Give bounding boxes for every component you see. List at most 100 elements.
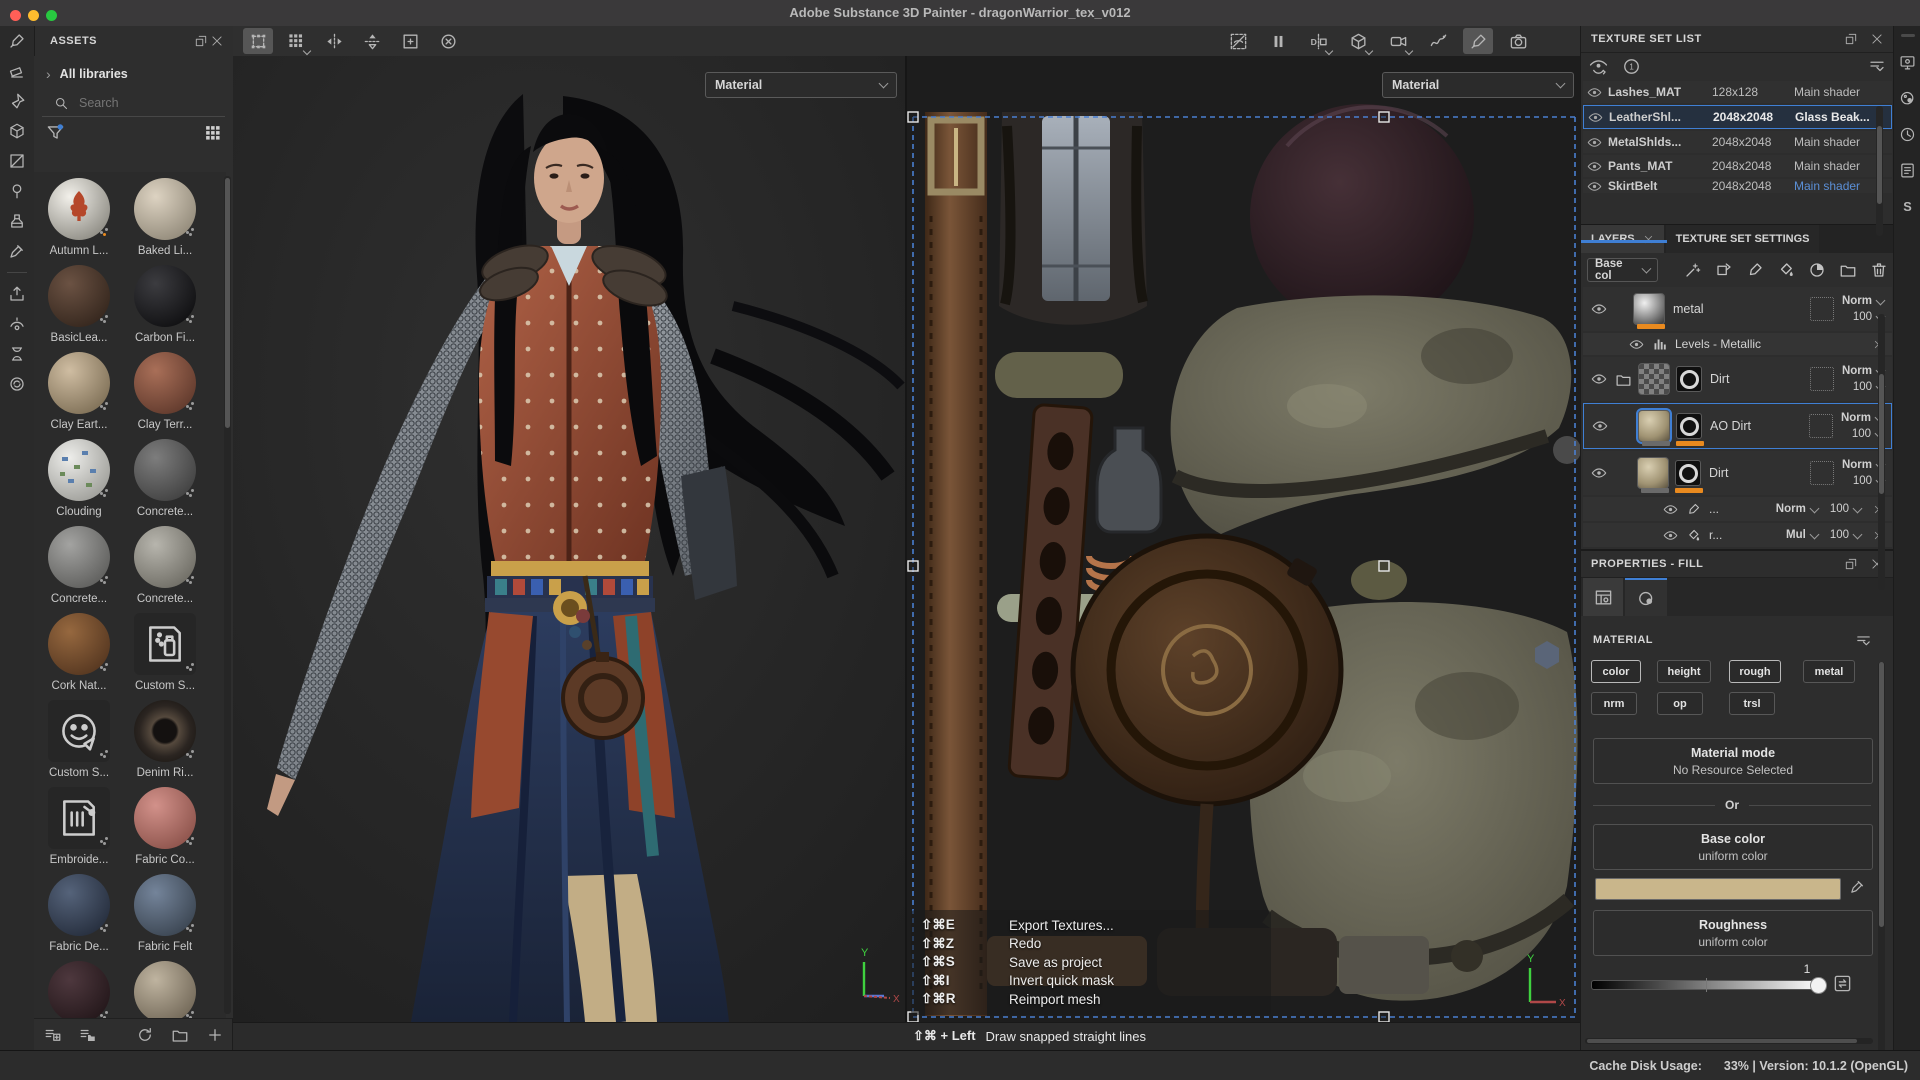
texture-set-shader[interactable]: Main shader: [1794, 135, 1888, 149]
layer-mask-thumbnail[interactable]: [1676, 413, 1702, 439]
eye-icon[interactable]: [1591, 465, 1607, 481]
filter-funnel-icon[interactable]: [46, 123, 65, 142]
empty-mask-slot[interactable]: [1810, 297, 1834, 321]
tool-stamp[interactable]: [0, 206, 34, 236]
asset-search[interactable]: [42, 90, 225, 117]
toolbar-paint-tool[interactable]: [1463, 28, 1493, 54]
channel-chip-color[interactable]: color: [1591, 660, 1641, 683]
toolbar-display-mode[interactable]: [1343, 28, 1373, 54]
levels-icon[interactable]: [1652, 337, 1667, 352]
refresh-icon[interactable]: [136, 1026, 154, 1044]
eye-icon[interactable]: [1629, 337, 1644, 352]
tab-material[interactable]: [1625, 578, 1667, 616]
swap-channels-icon[interactable]: [1833, 974, 1852, 993]
dock-grip[interactable]: [1901, 34, 1915, 37]
dock-display-settings[interactable]: [1894, 47, 1920, 77]
tool-baking[interactable]: [0, 339, 34, 369]
list-filter-icon[interactable]: [1868, 57, 1886, 75]
add-group-icon[interactable]: [1615, 371, 1632, 388]
opacity-dropdown[interactable]: 100: [1830, 529, 1861, 541]
texture-list-vscroll[interactable]: [1876, 106, 1883, 236]
toolbar-add-frame[interactable]: [395, 28, 425, 54]
asset-item[interactable]: Concrete...: [129, 439, 201, 518]
layer-effect-row[interactable]: Levels - Metallic: [1583, 333, 1892, 355]
viewport-3d[interactable]: Y X Material: [233, 56, 905, 1022]
delete-layer-icon[interactable]: [1870, 261, 1888, 279]
eye-icon[interactable]: [1592, 418, 1608, 434]
layers-vscroll[interactable]: [1878, 314, 1885, 590]
float-panel-icon[interactable]: [194, 34, 208, 48]
empty-mask-slot[interactable]: [1810, 461, 1834, 485]
channel-chip-height[interactable]: height: [1657, 660, 1711, 683]
blend-mode-dropdown[interactable]: Norm: [1776, 503, 1818, 515]
dock-history[interactable]: [1894, 119, 1920, 149]
viewport-2d[interactable]: Y X Material ⇧⌘EExport Textures...⇧⌘ZRed…: [905, 56, 1582, 1022]
asset-item[interactable]: Fabric Li...: [129, 961, 201, 1018]
layer-row-selected[interactable]: AO DirtNorm100: [1583, 403, 1892, 449]
solo-texture-set-icon[interactable]: 1: [1622, 57, 1641, 76]
toolbar-mirror-view[interactable]: D: [1303, 28, 1333, 54]
asset-item[interactable]: Clouding: [43, 439, 115, 518]
add-smart-mask-icon[interactable]: [1808, 261, 1826, 279]
dock-substance-share[interactable]: S: [1894, 191, 1920, 221]
grid-view-icon[interactable]: [204, 124, 221, 141]
asset-item[interactable]: Fabric De...: [43, 874, 115, 953]
layer-thumbnail[interactable]: [1638, 410, 1670, 442]
tool-smart-materials[interactable]: [0, 309, 34, 339]
asset-item[interactable]: Autumn L...: [43, 178, 115, 257]
channel-chip-metal[interactable]: metal: [1803, 660, 1855, 683]
channel-chip-trsl[interactable]: trsl: [1729, 692, 1775, 715]
tool-material-picker[interactable]: [0, 236, 34, 266]
layer-row[interactable]: metalNorm100: [1583, 287, 1892, 331]
search-input[interactable]: [77, 95, 201, 111]
texture-set-shader[interactable]: Main shader: [1794, 159, 1888, 173]
blend-mode-dropdown[interactable]: Norm: [1842, 295, 1884, 307]
group-thumbnail[interactable]: [1638, 363, 1670, 395]
asset-item[interactable]: Concrete...: [129, 526, 201, 605]
layer-mask-thumbnail[interactable]: [1675, 460, 1701, 486]
layer-row[interactable]: DirtNorm100: [1583, 451, 1892, 495]
empty-mask-slot[interactable]: [1810, 367, 1834, 391]
toolbar-view-mask-toggle[interactable]: [1223, 28, 1253, 54]
eye-icon[interactable]: [1587, 135, 1602, 150]
channel-filter-dropdown[interactable]: Base col: [1587, 258, 1658, 282]
blend-mode-dropdown[interactable]: Mul: [1786, 529, 1818, 541]
tool-eraser[interactable]: [0, 56, 34, 86]
float-panel-icon[interactable]: [1844, 32, 1858, 46]
texture-set-row[interactable]: Lashes_MAT128x128Main shader: [1583, 81, 1892, 103]
tool-clone[interactable]: [0, 176, 34, 206]
asset-item[interactable]: Custom S...: [129, 613, 201, 692]
asset-item[interactable]: Cork Nat...: [43, 613, 115, 692]
texture-set-row[interactable]: SkirtBelt2048x2048Main shader: [1583, 179, 1892, 193]
add-paint-icon[interactable]: [1746, 261, 1764, 279]
asset-item[interactable]: BasicLea...: [43, 265, 115, 344]
tool-export[interactable]: [0, 279, 34, 309]
toolbar-symmetry-h[interactable]: [319, 28, 349, 54]
material-mode-button[interactable]: Material mode No Resource Selected: [1593, 738, 1873, 784]
properties-hscroll[interactable]: [1585, 1038, 1873, 1044]
layer-thumbnail[interactable]: [1637, 457, 1669, 489]
layer-row[interactable]: DirtNorm100: [1583, 357, 1892, 401]
asset-item[interactable]: Carbon Fi...: [129, 265, 201, 344]
channel-chip-op[interactable]: op: [1657, 692, 1703, 715]
tab-texture-set-settings[interactable]: TEXTURE SET SETTINGS: [1666, 225, 1820, 253]
texture-set-row[interactable]: Pants_MAT2048x2048Main shader: [1583, 155, 1892, 177]
asset-item[interactable]: Concrete...: [43, 526, 115, 605]
eye-icon[interactable]: [1663, 528, 1678, 543]
shader-dropdown-2d[interactable]: Material: [1382, 72, 1574, 98]
channel-chip-nrm[interactable]: nrm: [1591, 692, 1637, 715]
eye-icon[interactable]: [1588, 110, 1603, 125]
roughness-value[interactable]: 1: [1797, 962, 1817, 976]
tool-polygon-fill[interactable]: [0, 116, 34, 146]
float-panel-icon[interactable]: [1844, 557, 1858, 571]
add-effect-icon[interactable]: [1684, 261, 1702, 279]
toolbar-tile-projection[interactable]: [281, 28, 311, 54]
eye-icon[interactable]: [1591, 371, 1607, 387]
asset-item[interactable]: Fabric Felt: [129, 874, 201, 953]
texture-set-shader[interactable]: Glass Beak...: [1795, 110, 1887, 124]
texture-set-shader[interactable]: Main shader: [1794, 179, 1888, 193]
show-all-texture-sets-icon[interactable]: [1589, 57, 1608, 76]
toolbar-camera-mode[interactable]: [1383, 28, 1413, 54]
toolbar-transform[interactable]: [243, 28, 273, 54]
opacity-dropdown[interactable]: 100: [1830, 503, 1861, 515]
